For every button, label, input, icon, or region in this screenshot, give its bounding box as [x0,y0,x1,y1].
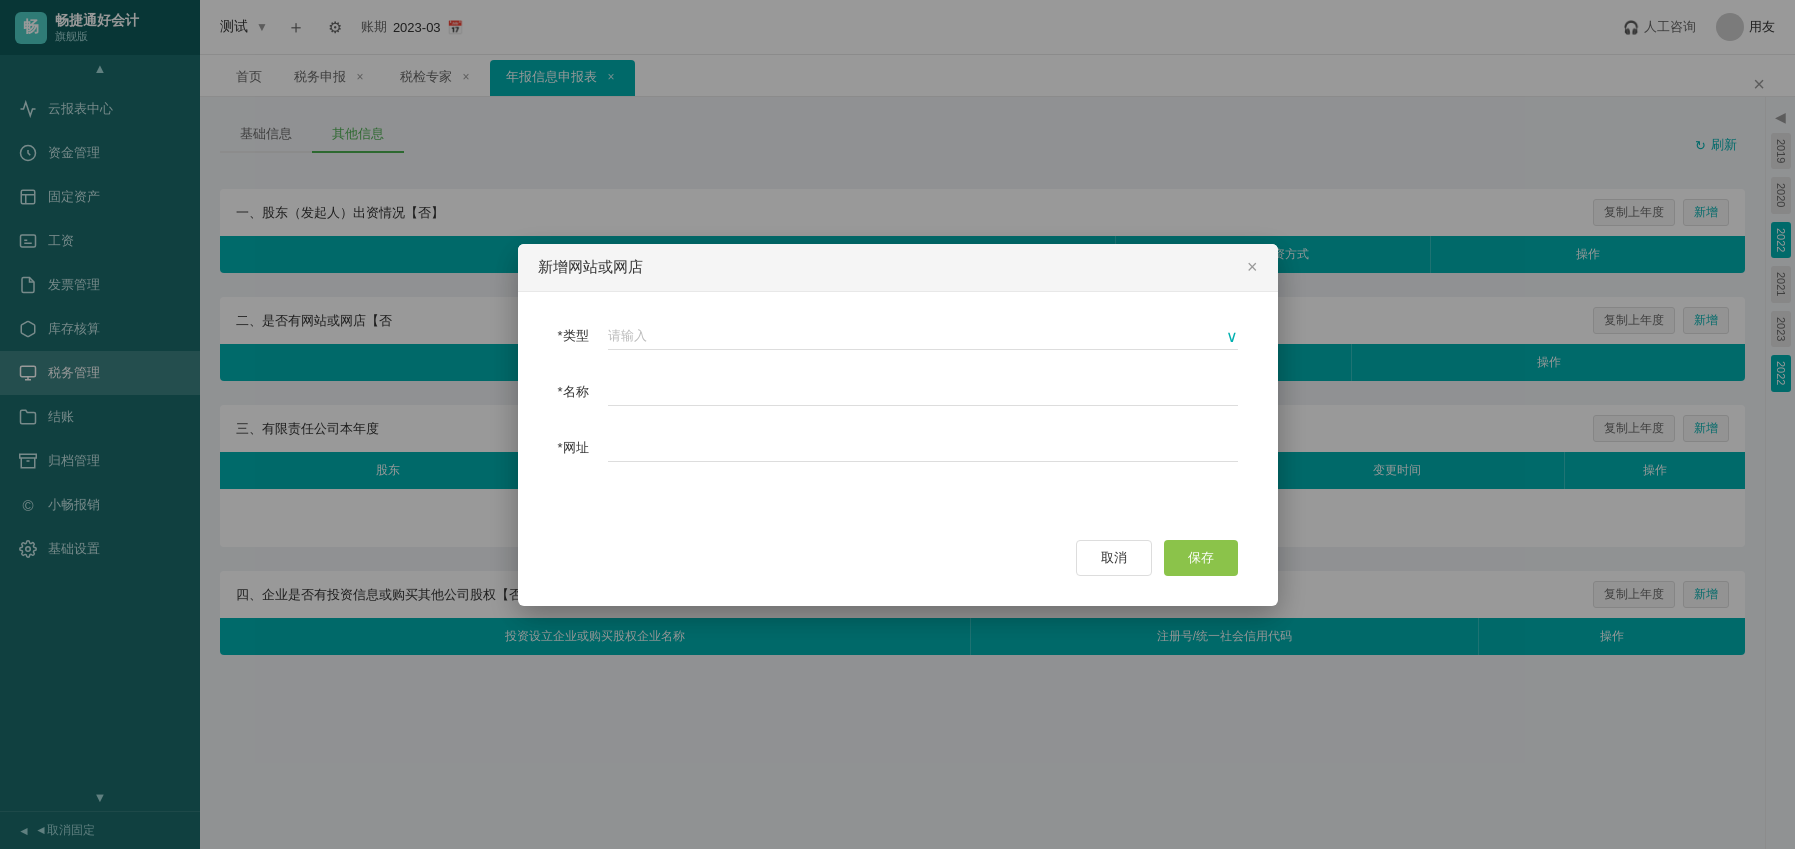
dialog-close-button[interactable]: × [1247,258,1258,276]
field-required-type: *类型 [558,327,608,345]
field-required-url: *网址 [558,439,608,457]
type-input[interactable] [608,322,1238,350]
form-row-type: *类型 ∨ [558,322,1238,350]
save-button[interactable]: 保存 [1164,540,1238,576]
field-name [608,378,1238,406]
form-row-url: *网址 [558,434,1238,462]
dialog-title: 新增网站或网店 [538,258,643,277]
dialog-header: 新增网站或网店 × [518,244,1278,292]
dialog-footer: 取消 保存 [518,520,1278,606]
field-required-name: *名称 [558,383,608,401]
name-input[interactable] [608,378,1238,406]
url-input[interactable] [608,434,1238,462]
cancel-button[interactable]: 取消 [1076,540,1152,576]
dialog-body: *类型 ∨ *名称 *网址 [518,292,1278,520]
field-type: ∨ [608,322,1238,350]
form-row-name: *名称 [558,378,1238,406]
dialog-overlay: 新增网站或网店 × *类型 ∨ *名称 [0,0,1795,849]
dialog-add-website: 新增网站或网店 × *类型 ∨ *名称 [518,244,1278,606]
field-url [608,434,1238,462]
dropdown-icon: ∨ [1226,326,1238,345]
